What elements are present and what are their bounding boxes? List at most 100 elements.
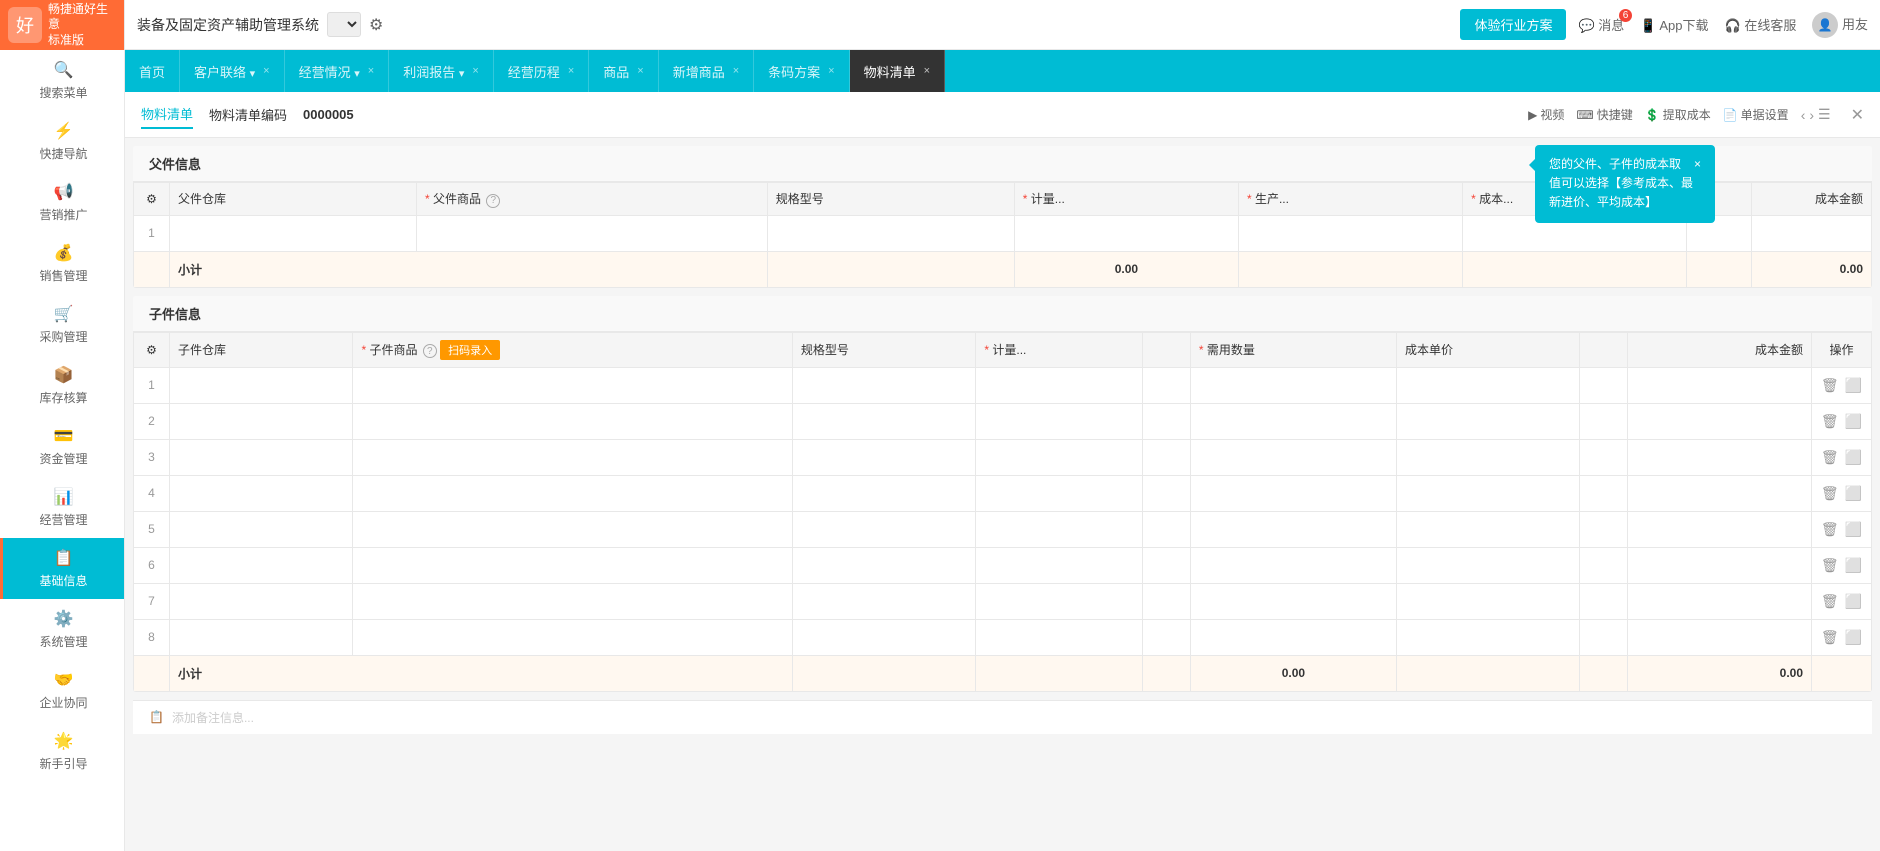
- nav-tab-0[interactable]: 首页: [125, 50, 180, 92]
- child-cell-warehouse-7[interactable]: [170, 583, 353, 619]
- copy-icon-3[interactable]: ⬜: [1845, 449, 1862, 466]
- copy-icon-1[interactable]: ⬜: [1845, 377, 1862, 394]
- child-cell-qty-7[interactable]: [976, 583, 1143, 619]
- sidebar-item-guide[interactable]: 🌟新手引导: [0, 721, 124, 782]
- sidebar-item-quick-nav[interactable]: ⚡快捷导航: [0, 111, 124, 172]
- copy-icon-6[interactable]: ⬜: [1845, 557, 1862, 574]
- nav-tab-close-2[interactable]: ×: [368, 65, 374, 77]
- child-cell-needed-qty-3[interactable]: [1190, 439, 1396, 475]
- nav-tab-3[interactable]: 利润报告 ▾×: [389, 50, 494, 92]
- child-cell-warehouse-4[interactable]: [170, 475, 353, 511]
- copy-icon-2[interactable]: ⬜: [1845, 413, 1862, 430]
- child-cell-needed-qty-5[interactable]: [1190, 511, 1396, 547]
- child-cell-product-1[interactable]: [353, 367, 792, 403]
- child-cell-product-5[interactable]: [353, 511, 792, 547]
- nav-tab-close-6[interactable]: ×: [733, 65, 739, 77]
- child-cell-needed-qty-1[interactable]: [1190, 367, 1396, 403]
- child-cell-amount-2[interactable]: [1628, 403, 1812, 439]
- nav-tab-8[interactable]: 物料清单×: [850, 50, 945, 92]
- child-cell-spec-5[interactable]: [792, 511, 975, 547]
- nav-tab-close-1[interactable]: ×: [263, 65, 269, 77]
- child-cell-product-4[interactable]: [353, 475, 792, 511]
- delete-icon-1[interactable]: 🗑: [1821, 377, 1839, 394]
- nav-tab-4[interactable]: 经营历程×: [494, 50, 589, 92]
- child-cell-unit-cost-5[interactable]: [1396, 511, 1579, 547]
- online-service-btn[interactable]: 🎧 在线客服: [1725, 15, 1797, 34]
- child-cell-qty-8[interactable]: [976, 619, 1143, 655]
- child-col-settings[interactable]: ⚙: [134, 332, 170, 367]
- prev-arrow[interactable]: ‹: [1801, 107, 1806, 123]
- nav-tab-close-4[interactable]: ×: [568, 65, 574, 77]
- tooltip-close-btn[interactable]: ×: [1694, 155, 1701, 174]
- trial-button[interactable]: 体验行业方案: [1460, 9, 1566, 40]
- user-area[interactable]: 👤 用友: [1812, 12, 1868, 38]
- scan-btn[interactable]: 扫码录入: [440, 340, 500, 360]
- sidebar-item-system[interactable]: ⚙️系统管理: [0, 599, 124, 660]
- view-action[interactable]: ▶ 视频: [1528, 106, 1564, 123]
- child-cell-qty-2[interactable]: [976, 403, 1143, 439]
- nav-tab-close-5[interactable]: ×: [637, 65, 643, 77]
- parent-cell-warehouse-1[interactable]: [170, 215, 417, 251]
- nav-tab-6[interactable]: 新增商品×: [659, 50, 754, 92]
- copy-icon-4[interactable]: ⬜: [1845, 485, 1862, 502]
- copy-icon-7[interactable]: ⬜: [1845, 593, 1862, 610]
- child-cell-amount-5[interactable]: [1628, 511, 1812, 547]
- child-cell-spec-1[interactable]: [792, 367, 975, 403]
- child-cell-warehouse-2[interactable]: [170, 403, 353, 439]
- child-cell-spec-2[interactable]: [792, 403, 975, 439]
- child-cell-unit-cost-3[interactable]: [1396, 439, 1579, 475]
- delete-icon-6[interactable]: 🗑: [1821, 557, 1839, 574]
- nav-tab-5[interactable]: 商品×: [589, 50, 658, 92]
- nav-tab-close-7[interactable]: ×: [828, 65, 834, 77]
- delete-icon-5[interactable]: 🗑: [1821, 521, 1839, 538]
- parent-cell-produce-1[interactable]: [1238, 215, 1462, 251]
- sidebar-item-sales[interactable]: 💰销售管理: [0, 233, 124, 294]
- sidebar-item-enterprise[interactable]: 🤝企业协同: [0, 660, 124, 721]
- child-cell-warehouse-1[interactable]: [170, 367, 353, 403]
- delete-icon-8[interactable]: 🗑: [1821, 629, 1839, 646]
- parent-cell-amount-1[interactable]: [1752, 215, 1872, 251]
- child-cell-needed-qty-8[interactable]: [1190, 619, 1396, 655]
- nav-tab-close-8[interactable]: ×: [924, 65, 930, 77]
- child-cell-needed-qty-2[interactable]: [1190, 403, 1396, 439]
- child-cell-unit-cost-4[interactable]: [1396, 475, 1579, 511]
- child-cell-needed-qty-7[interactable]: [1190, 583, 1396, 619]
- child-cell-qty-4[interactable]: [976, 475, 1143, 511]
- child-cell-needed-qty-6[interactable]: [1190, 547, 1396, 583]
- child-cell-qty-1[interactable]: [976, 367, 1143, 403]
- delete-icon-2[interactable]: 🗑: [1821, 413, 1839, 430]
- messages-btn[interactable]: 💬 消息 6: [1578, 15, 1624, 34]
- child-cell-warehouse-3[interactable]: [170, 439, 353, 475]
- child-cell-unit-cost-6[interactable]: [1396, 547, 1579, 583]
- child-cell-amount-1[interactable]: [1628, 367, 1812, 403]
- next-arrow[interactable]: ›: [1809, 107, 1814, 123]
- sidebar-item-search[interactable]: 🔍搜索菜单: [0, 50, 124, 111]
- child-cell-unit-cost-8[interactable]: [1396, 619, 1579, 655]
- parent-cell-qty-1[interactable]: [1014, 215, 1238, 251]
- sub-tab-bill[interactable]: 物料清单: [141, 100, 193, 129]
- child-cell-amount-8[interactable]: [1628, 619, 1812, 655]
- child-cell-product-7[interactable]: [353, 583, 792, 619]
- child-cell-amount-4[interactable]: [1628, 475, 1812, 511]
- delete-icon-3[interactable]: 🗑: [1821, 449, 1839, 466]
- delete-icon-4[interactable]: 🗑: [1821, 485, 1839, 502]
- child-cell-amount-3[interactable]: [1628, 439, 1812, 475]
- sidebar-item-purchase[interactable]: 🛒采购管理: [0, 294, 124, 355]
- child-cell-qty-5[interactable]: [976, 511, 1143, 547]
- child-cell-warehouse-8[interactable]: [170, 619, 353, 655]
- system-selector[interactable]: [327, 12, 361, 37]
- parent-cell-spec-1[interactable]: [767, 215, 1014, 251]
- sidebar-item-marketing[interactable]: 📢营销推广: [0, 172, 124, 233]
- sidebar-item-operations[interactable]: 📊经营管理: [0, 477, 124, 538]
- child-cell-spec-8[interactable]: [792, 619, 975, 655]
- child-cell-needed-qty-4[interactable]: [1190, 475, 1396, 511]
- nav-tab-1[interactable]: 客户联络 ▾×: [180, 50, 285, 92]
- menu-icon[interactable]: ☰: [1818, 106, 1831, 123]
- child-cell-warehouse-5[interactable]: [170, 511, 353, 547]
- child-cell-product-2[interactable]: [353, 403, 792, 439]
- page-close-btn[interactable]: ✕: [1851, 105, 1864, 125]
- sidebar-item-finance[interactable]: 💳资金管理: [0, 416, 124, 477]
- app-download-btn[interactable]: 📱 App下载: [1640, 15, 1708, 34]
- child-cell-spec-3[interactable]: [792, 439, 975, 475]
- copy-icon-5[interactable]: ⬜: [1845, 521, 1862, 538]
